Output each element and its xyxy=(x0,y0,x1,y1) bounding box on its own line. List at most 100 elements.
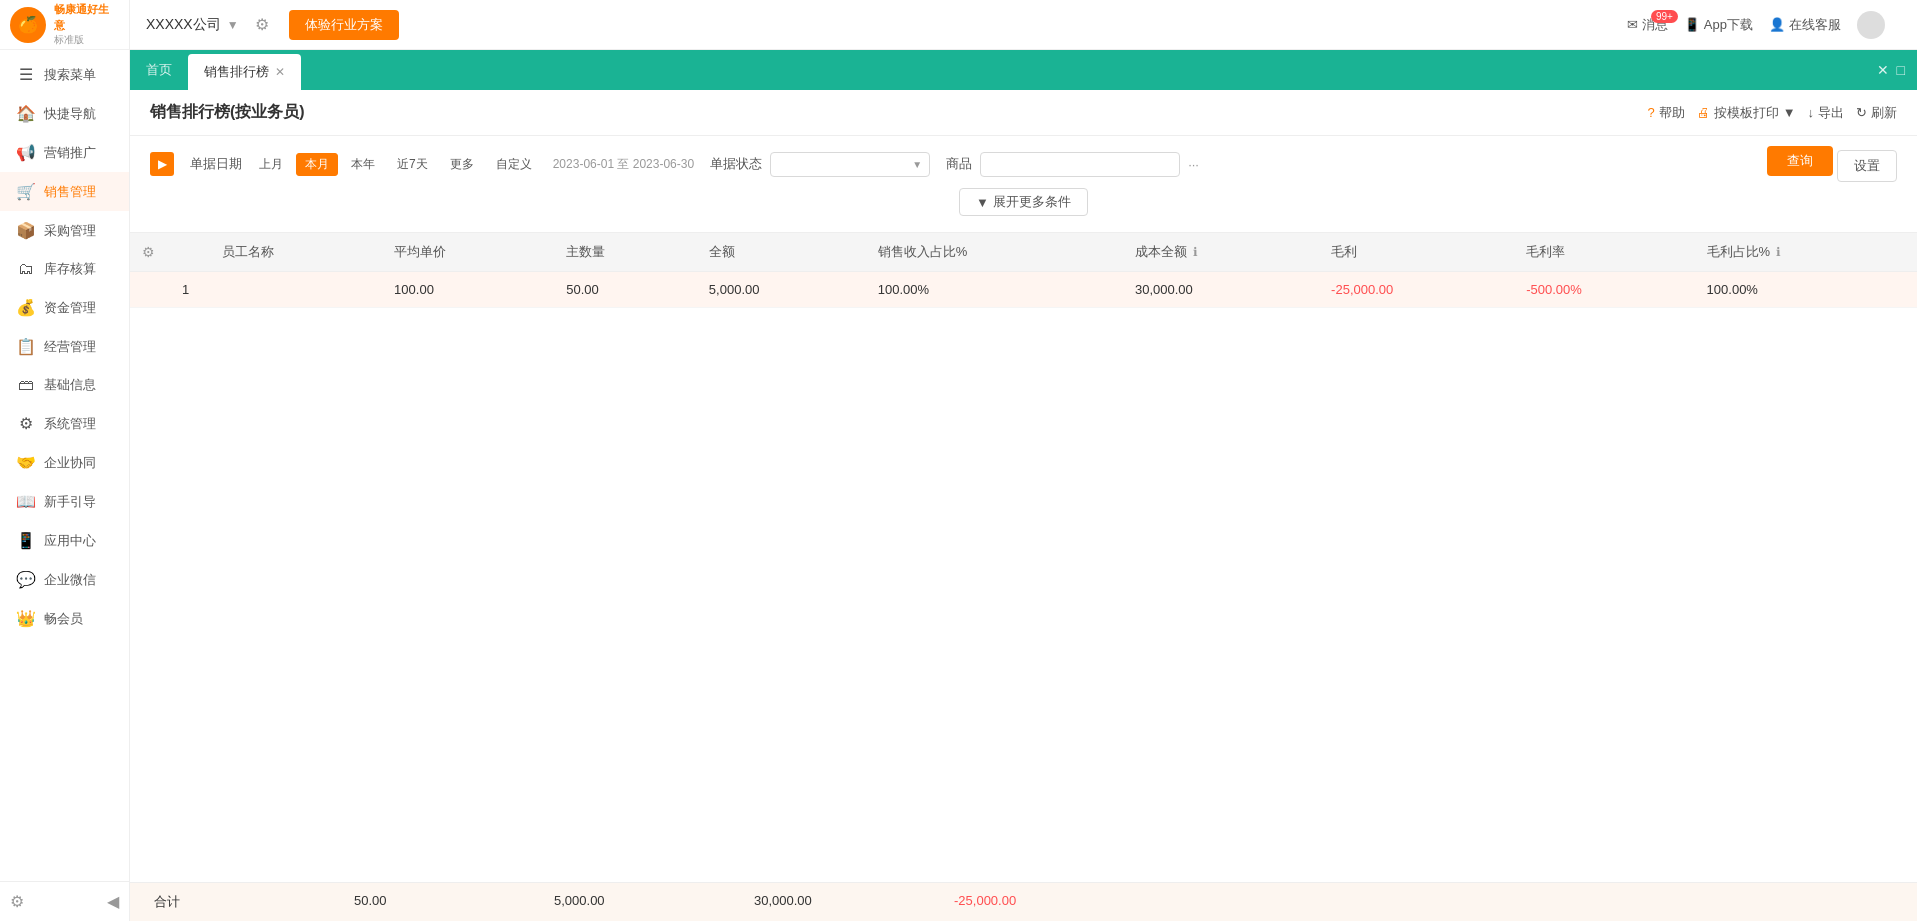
sidebar-item-label: 营销推广 xyxy=(44,144,96,162)
sales-icon: 🛒 xyxy=(16,182,36,201)
export-icon: ↓ xyxy=(1808,105,1815,120)
sidebar-item-purchase[interactable]: 📦 采购管理 xyxy=(0,211,129,250)
help-button[interactable]: ? 帮助 xyxy=(1647,104,1684,122)
sidebar-item-basic[interactable]: 🗃 基础信息 xyxy=(0,366,129,404)
app-download-button[interactable]: 📱 App下载 xyxy=(1684,16,1753,34)
topbar: XXXXX公司 ▼ ⚙ 体验行业方案 ✉ 消息 99+ 📱 App下载 👤 在线… xyxy=(130,0,1917,50)
sidebar-item-label: 系统管理 xyxy=(44,415,96,433)
td-amount: 5,000.00 xyxy=(697,272,866,308)
sidebar-item-label: 销售管理 xyxy=(44,183,96,201)
date-tab-prev-month[interactable]: 上月 xyxy=(250,153,292,176)
date-tab-custom[interactable]: 自定义 xyxy=(487,153,541,176)
refresh-icon: ↻ xyxy=(1856,105,1867,120)
th-gross-pct: 毛利占比% ℹ xyxy=(1695,233,1917,272)
settings-button[interactable]: 设置 xyxy=(1837,150,1897,182)
window-close-button[interactable]: ✕ xyxy=(1877,62,1889,78)
topbar-right: ✉ 消息 99+ 📱 App下载 👤 在线客服 xyxy=(1627,11,1901,39)
footer-gross: -25,000.00 xyxy=(942,893,1028,911)
status-select[interactable] xyxy=(770,152,930,177)
service-button[interactable]: 👤 在线客服 xyxy=(1769,16,1841,34)
service-label: 在线客服 xyxy=(1789,16,1841,34)
sidebar-item-apps[interactable]: 📱 应用中心 xyxy=(0,521,129,560)
filter-bar: ▶ 单据日期 上月 本月 本年 近7天 更多 自定义 2023-06-01 至 … xyxy=(130,136,1917,233)
service-icon: 👤 xyxy=(1769,17,1785,32)
finance-icon: 💰 xyxy=(16,298,36,317)
sidebar-item-wechat[interactable]: 💬 企业微信 xyxy=(0,560,129,599)
footer-main-qty: 50.00 xyxy=(342,893,542,911)
export-button[interactable]: ↓ 导出 xyxy=(1808,104,1845,122)
sidebar-item-system[interactable]: ⚙ 系统管理 xyxy=(0,404,129,443)
sidebar-item-collab[interactable]: 🤝 企业协同 xyxy=(0,443,129,482)
data-table: ⚙ 员工名称 平均单价 主数量 全额 销售收入占比% 成本全额 ℹ 毛利 毛利率 xyxy=(130,233,1917,308)
sidebar-item-search[interactable]: ☰ 搜索菜单 xyxy=(0,55,129,94)
date-tab-7days[interactable]: 近7天 xyxy=(388,153,437,176)
window-max-button[interactable]: □ xyxy=(1897,62,1905,78)
cost-info-icon[interactable]: ℹ xyxy=(1193,245,1198,259)
goods-filter: 商品 ··· xyxy=(946,152,1199,177)
filter-toggle-button[interactable]: ▶ xyxy=(150,152,174,176)
td-rank: 1 xyxy=(170,272,210,308)
avatar[interactable] xyxy=(1857,11,1885,39)
topbar-settings-icon[interactable]: ⚙ xyxy=(255,15,269,34)
date-tabs: 上月 本月 本年 近7天 更多 自定义 xyxy=(250,153,541,176)
date-filter: 单据日期 上月 本月 本年 近7天 更多 自定义 2023-06-01 至 20… xyxy=(190,153,694,176)
date-tab-this-year[interactable]: 本年 xyxy=(342,153,384,176)
sidebar-item-label: 应用中心 xyxy=(44,532,96,550)
system-icon: ⚙ xyxy=(16,414,36,433)
footer-label: 合计 xyxy=(142,893,342,911)
page-header: 销售排行榜(按业务员) ? 帮助 🖨 按模板打印 ▼ ↓ 导出 ↻ 刷新 xyxy=(130,90,1917,136)
footer-amount: 5,000.00 xyxy=(542,893,742,911)
td-cost: 30,000.00 xyxy=(1123,272,1319,308)
sidebar-item-member[interactable]: 👑 畅会员 xyxy=(0,599,129,638)
inventory-icon: 🗂 xyxy=(16,260,36,278)
filter-row-1: ▶ 单据日期 上月 本月 本年 近7天 更多 自定义 2023-06-01 至 … xyxy=(150,146,1897,182)
basic-icon: 🗃 xyxy=(16,376,36,394)
date-tab-this-month[interactable]: 本月 xyxy=(296,153,338,176)
sidebar-item-label: 基础信息 xyxy=(44,376,96,394)
company-selector[interactable]: XXXXX公司 ▼ xyxy=(146,16,239,34)
status-filter: 单据状态 ▼ xyxy=(710,152,930,177)
sidebar-settings-button[interactable]: ⚙ xyxy=(10,892,24,911)
goods-search-input[interactable] xyxy=(980,152,1180,177)
sidebar-item-finance[interactable]: 💰 资金管理 xyxy=(0,288,129,327)
sidebar-item-label: 采购管理 xyxy=(44,222,96,240)
page-header-actions: ? 帮助 🖨 按模板打印 ▼ ↓ 导出 ↻ 刷新 xyxy=(1647,104,1897,134)
tab-home[interactable]: 首页 xyxy=(130,50,188,90)
th-gross: 毛利 xyxy=(1319,233,1514,272)
print-button[interactable]: 🖨 按模板打印 ▼ xyxy=(1697,104,1796,122)
sidebar-item-operation[interactable]: 📋 经营管理 xyxy=(0,327,129,366)
query-button[interactable]: 查询 xyxy=(1767,146,1833,176)
sidebar-item-guide[interactable]: 📖 新手引导 xyxy=(0,482,129,521)
home-icon: 🏠 xyxy=(16,104,36,123)
sidebar-item-label: 搜索菜单 xyxy=(44,66,96,84)
th-sales-pct: 销售收入占比% xyxy=(866,233,1123,272)
tab-home-label: 首页 xyxy=(146,61,172,79)
expand-more-button[interactable]: ▼ 展开更多条件 xyxy=(959,188,1088,216)
td-gross: -25,000.00 xyxy=(1319,272,1514,308)
trial-button[interactable]: 体验行业方案 xyxy=(289,10,399,40)
message-icon: ✉ xyxy=(1627,17,1638,32)
date-range-text: 2023-06-01 至 2023-06-30 xyxy=(553,156,694,173)
goods-filter-label: 商品 xyxy=(946,155,972,173)
tab-close-icon[interactable]: ✕ xyxy=(275,65,285,79)
status-filter-label: 单据状态 xyxy=(710,155,762,173)
message-button[interactable]: ✉ 消息 99+ xyxy=(1627,16,1668,34)
refresh-label: 刷新 xyxy=(1871,104,1897,122)
gross-pct-info-icon[interactable]: ℹ xyxy=(1776,245,1781,259)
guide-icon: 📖 xyxy=(16,492,36,511)
refresh-button[interactable]: ↻ 刷新 xyxy=(1856,104,1897,122)
purchase-icon: 📦 xyxy=(16,221,36,240)
sidebar-collapse-button[interactable]: ◀ xyxy=(107,892,119,911)
app-label: App下载 xyxy=(1704,16,1753,34)
tab-bar: 首页 销售排行榜 ✕ ✕ □ xyxy=(130,50,1917,90)
filter-action-buttons: 查询 设置 xyxy=(1767,146,1897,182)
th-cost: 成本全额 ℹ xyxy=(1123,233,1319,272)
tab-sales-rank[interactable]: 销售排行榜 ✕ xyxy=(188,54,301,90)
goods-more-icon[interactable]: ··· xyxy=(1188,157,1199,172)
th-settings[interactable]: ⚙ xyxy=(130,233,170,272)
sidebar-item-marketing[interactable]: 📢 营销推广 xyxy=(0,133,129,172)
date-tab-more[interactable]: 更多 xyxy=(441,153,483,176)
sidebar-item-inventory[interactable]: 🗂 库存核算 xyxy=(0,250,129,288)
sidebar-item-sales[interactable]: 🛒 销售管理 xyxy=(0,172,129,211)
sidebar-item-shortcut[interactable]: 🏠 快捷导航 xyxy=(0,94,129,133)
